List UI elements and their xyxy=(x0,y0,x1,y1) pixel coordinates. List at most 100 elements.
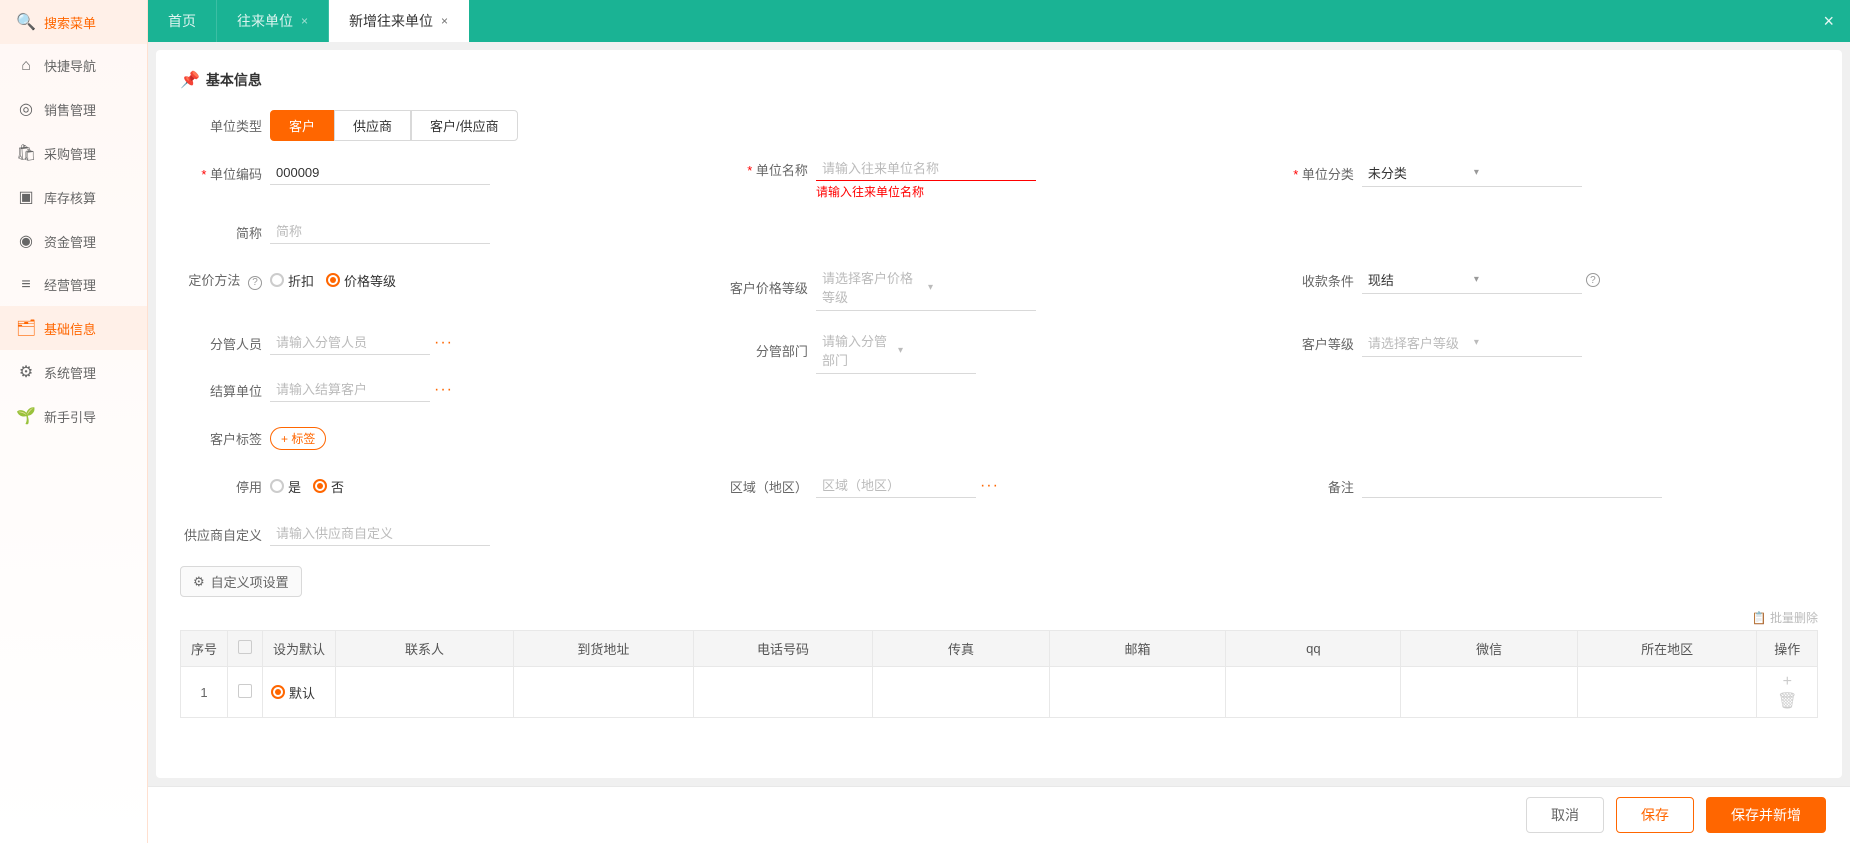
row-checkbox[interactable] xyxy=(238,684,252,698)
customer-level-select[interactable]: 请选择客户等级 ▾ xyxy=(1362,329,1582,357)
payment-terms-arrow-icon: ▾ xyxy=(1474,274,1576,285)
table-row: 1 默认 xyxy=(181,667,1818,718)
unit-name-error: 请输入往来单位名称 xyxy=(816,183,924,200)
manager-more-btn[interactable]: ··· xyxy=(430,334,457,352)
doc-icon: ≡ xyxy=(16,276,36,294)
cell-address[interactable] xyxy=(514,667,694,718)
unit-category-label: 单位分类 xyxy=(1272,164,1362,183)
cell-check[interactable] xyxy=(228,667,263,718)
btn-supplier[interactable]: 供应商 xyxy=(334,110,411,141)
area-input[interactable] xyxy=(1586,685,1749,700)
unit-code-input[interactable] xyxy=(270,161,490,185)
col-check xyxy=(228,631,263,667)
payment-help-icon[interactable]: ? xyxy=(1586,273,1600,287)
settlement-more-btn[interactable]: ··· xyxy=(430,381,457,399)
region-input[interactable] xyxy=(816,474,976,498)
customer-price-select[interactable]: 请选择客户价格等级 ▾ xyxy=(816,264,1036,311)
tab-new-partner-close[interactable]: × xyxy=(441,14,448,28)
btn-both[interactable]: 客户/供应商 xyxy=(411,110,518,141)
payment-terms-select[interactable]: 现结 ▾ xyxy=(1362,266,1582,294)
window-close-button[interactable]: × xyxy=(1807,0,1850,42)
tab-new-partner[interactable]: 新增往来单位 × xyxy=(329,0,469,42)
cell-fax[interactable] xyxy=(873,667,1050,718)
note-input[interactable] xyxy=(1362,474,1662,498)
custom-settings-button[interactable]: ⚙ 自定义项设置 xyxy=(180,566,302,597)
tab-home[interactable]: 首页 xyxy=(148,0,217,42)
cell-qq[interactable] xyxy=(1226,667,1401,718)
qq-input[interactable] xyxy=(1234,685,1392,700)
pricing-method-label: 定价方法 ? xyxy=(180,270,270,290)
batch-delete-button[interactable]: 📋 批量删除 xyxy=(180,609,1818,626)
col-area: 所在地区 xyxy=(1577,631,1757,667)
radio-discount[interactable]: 折扣 xyxy=(270,271,314,290)
cell-area[interactable] xyxy=(1577,667,1757,718)
radio-disabled-no[interactable]: 否 xyxy=(313,477,344,496)
wechat-input[interactable] xyxy=(1409,685,1569,700)
dept-select[interactable]: 请输入分管部门 ▾ xyxy=(816,327,976,374)
cell-email[interactable] xyxy=(1049,667,1226,718)
customer-price-label: 客户价格等级 xyxy=(726,278,816,297)
radio-default[interactable]: 默认 xyxy=(271,683,327,702)
col-default: 设为默认 xyxy=(263,631,336,667)
region-more-btn[interactable]: ··· xyxy=(976,477,1003,495)
group-note: 备注 xyxy=(1272,470,1818,502)
unit-type-label: 单位类型 xyxy=(180,116,270,135)
sprout-icon: 🌱 xyxy=(16,406,36,426)
cell-phone[interactable] xyxy=(693,667,873,718)
row-short-name: 简称 xyxy=(180,216,1818,248)
sidebar-item-system[interactable]: ⚙ 系统管理 xyxy=(0,350,147,394)
manager-input[interactable] xyxy=(270,331,430,355)
supplier-custom-label: 供应商自定义 xyxy=(180,525,270,544)
group-unit-name: 单位名称 请输入往来单位名称 xyxy=(726,157,1272,200)
save-button[interactable]: 保存 xyxy=(1616,797,1694,833)
note-label: 备注 xyxy=(1272,477,1362,496)
cancel-button[interactable]: 取消 xyxy=(1526,797,1604,833)
short-name-input[interactable] xyxy=(270,220,490,244)
default-radio-circle xyxy=(271,685,285,699)
sidebar-item-purchase[interactable]: 🛍 采购管理 xyxy=(0,131,147,175)
unit-type-group: 客户 供应商 客户/供应商 xyxy=(270,110,518,141)
radio-disabled-yes[interactable]: 是 xyxy=(270,477,301,496)
group-dept: 分管部门 请输入分管部门 ▾ xyxy=(726,327,1272,374)
sidebar-item-inventory[interactable]: ▣ 库存核算 xyxy=(0,175,147,219)
btn-customer[interactable]: 客户 xyxy=(270,110,334,141)
phone-input[interactable] xyxy=(702,685,865,700)
settlement-input[interactable] xyxy=(270,378,430,402)
sidebar-item-sales[interactable]: ◎ 销售管理 xyxy=(0,87,147,131)
customer-tag-label: 客户标签 xyxy=(180,429,270,448)
sidebar-item-operations[interactable]: ≡ 经营管理 xyxy=(0,263,147,306)
contact-input[interactable] xyxy=(344,685,505,700)
chart-icon: ◎ xyxy=(16,99,36,119)
fax-input[interactable] xyxy=(881,685,1041,700)
unit-name-input[interactable] xyxy=(816,157,1036,181)
tab-partners-close[interactable]: × xyxy=(301,14,308,28)
col-wechat: 微信 xyxy=(1401,631,1578,667)
sidebar-item-basic-info[interactable]: 🗂 基础信息 xyxy=(0,306,147,350)
pricing-help-icon[interactable]: ? xyxy=(248,276,262,290)
add-row-icon[interactable]: + xyxy=(1780,673,1795,690)
save-new-button[interactable]: 保存并新增 xyxy=(1706,797,1826,833)
address-input[interactable] xyxy=(522,685,685,700)
col-action: 操作 xyxy=(1757,631,1818,667)
group-customer-tag: 客户标签 + 标签 xyxy=(180,422,1818,454)
gear-settings-icon: ⚙ xyxy=(193,574,205,590)
add-tag-button[interactable]: + 标签 xyxy=(270,427,326,450)
radio-price-level[interactable]: 价格等级 xyxy=(326,271,396,290)
supplier-custom-input[interactable] xyxy=(270,522,490,546)
unit-category-select[interactable]: 未分类 ▾ xyxy=(1362,159,1582,187)
short-name-label: 简称 xyxy=(180,223,270,242)
select-all-checkbox[interactable] xyxy=(238,640,252,654)
delete-row-icon[interactable]: 🗑 xyxy=(1774,693,1800,710)
cell-default[interactable]: 默认 xyxy=(263,667,336,718)
group-region: 区域（地区） ··· xyxy=(726,470,1272,502)
tab-partners[interactable]: 往来单位 × xyxy=(217,0,329,42)
sidebar-item-quick-nav[interactable]: ⌂ 快捷导航 xyxy=(0,44,147,87)
gear-icon: ⚙ xyxy=(16,362,36,382)
email-input[interactable] xyxy=(1058,685,1218,700)
unit-type-row: 单位类型 客户 供应商 客户/供应商 xyxy=(180,110,1818,141)
sidebar-item-finance[interactable]: ◉ 资金管理 xyxy=(0,219,147,263)
cell-contact[interactable] xyxy=(336,667,514,718)
sidebar-item-guide[interactable]: 🌱 新手引导 xyxy=(0,394,147,438)
cell-wechat[interactable] xyxy=(1401,667,1578,718)
sidebar-item-search[interactable]: 🔍 搜索菜单 xyxy=(0,0,147,44)
